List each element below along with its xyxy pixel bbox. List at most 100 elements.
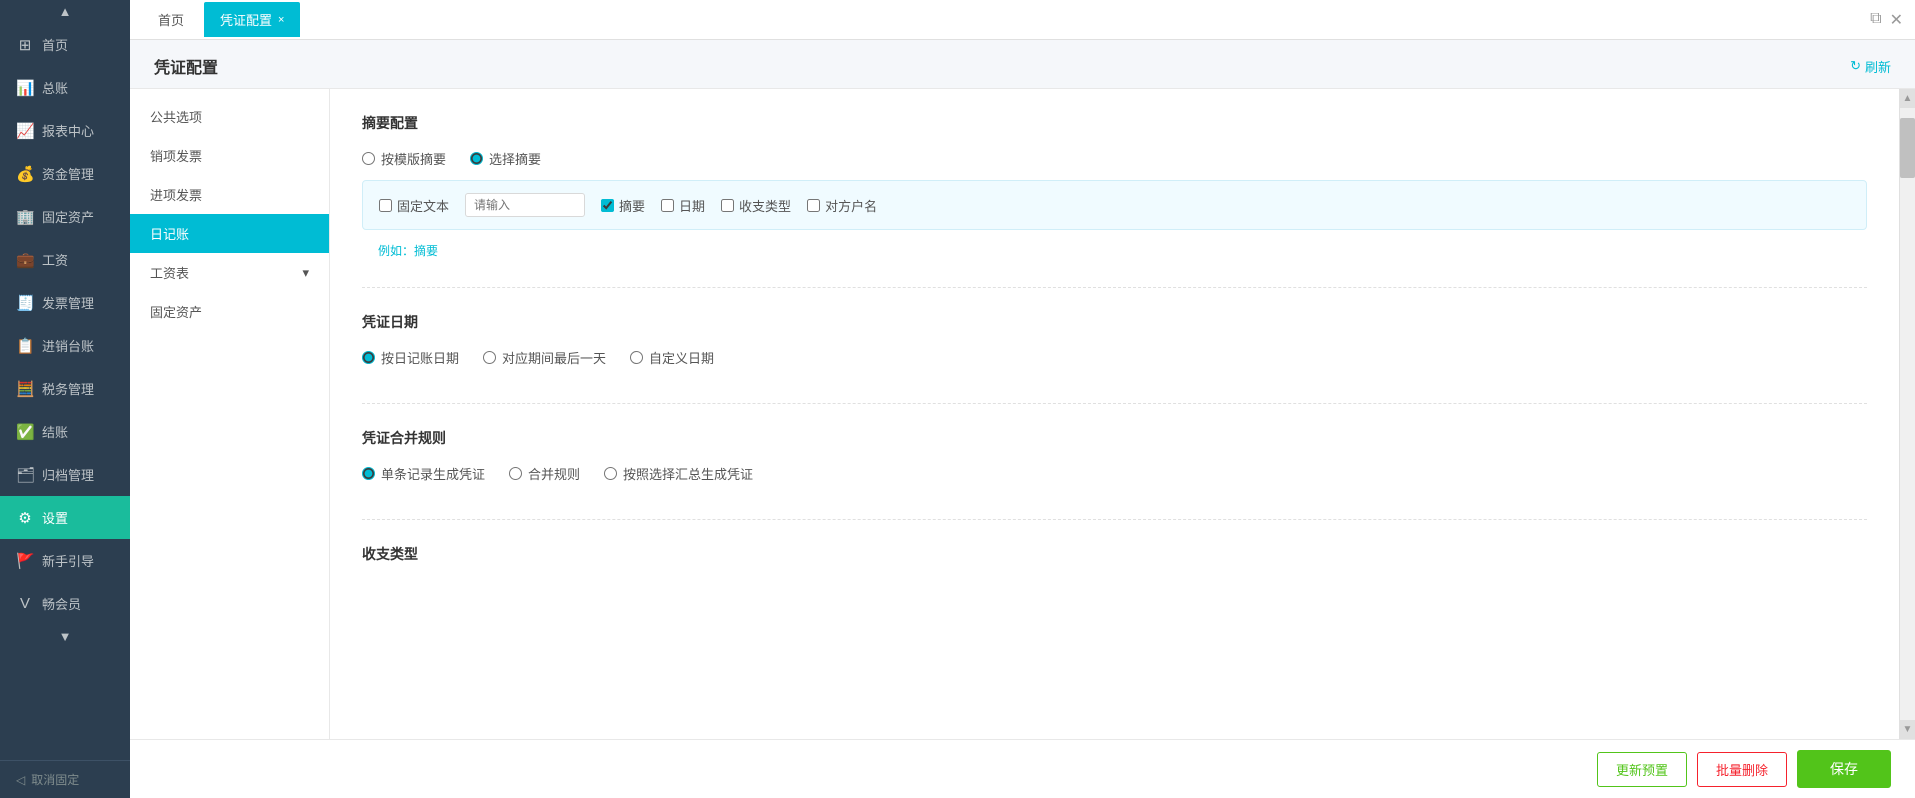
checkbox-fixed-input[interactable]: [379, 199, 392, 212]
tab-bar: 首页 凭证配置 × ⧉ ✕: [130, 0, 1915, 40]
sidebar-item-salary[interactable]: 💼 工资: [0, 238, 130, 281]
radio-template-label: 按模版摘要: [381, 149, 446, 168]
voucher-date-title: 凭证日期: [362, 312, 1867, 332]
checkbox-summary[interactable]: 摘要: [601, 196, 645, 215]
sidebar-item-label: 税务管理: [42, 379, 94, 398]
left-nav-public[interactable]: 公共选项: [130, 97, 329, 136]
checkbox-counterparty-label: 对方户名: [825, 196, 877, 215]
content-body: 公共选项 销项发票 进项发票 日记账 工资表 ▾ 固定资产: [130, 89, 1915, 739]
archive-icon: 🗂: [16, 466, 34, 484]
scroll-up-arrow[interactable]: ▲: [1900, 89, 1915, 108]
sidebar-item-funds[interactable]: 💰 资金管理: [0, 152, 130, 195]
sidebar-item-tax[interactable]: 🧮 税务管理: [0, 367, 130, 410]
radio-custom-date-input[interactable]: [630, 351, 643, 364]
sidebar-item-fixed-assets[interactable]: 🏢 固定资产: [0, 195, 130, 238]
radio-custom-date[interactable]: 自定义日期: [630, 348, 714, 367]
radio-select-input[interactable]: [470, 152, 483, 165]
close-account-icon: ✅: [16, 423, 34, 441]
checkbox-date-input[interactable]: [661, 199, 674, 212]
checkbox-income-input[interactable]: [721, 199, 734, 212]
voucher-date-section: 凭证日期 按日记账日期 对应期间最后一天: [362, 312, 1867, 404]
radio-summary-label: 按照选择汇总生成凭证: [623, 464, 753, 483]
restore-icon[interactable]: ⧉: [1870, 10, 1881, 30]
tab-close-icon[interactable]: ×: [278, 14, 284, 26]
left-nav-journal[interactable]: 日记账: [130, 214, 329, 253]
sidebar-item-vip[interactable]: V 畅会员: [0, 582, 130, 625]
left-nav-payroll[interactable]: 工资表 ▾: [130, 253, 329, 292]
settings-icon: ⚙: [16, 509, 34, 527]
main-area: 首页 凭证配置 × ⧉ ✕ 凭证配置 ↻ 刷新 公共选项: [130, 0, 1915, 798]
scroll-down-arrow[interactable]: ▼: [1900, 720, 1915, 739]
radio-last-day-input[interactable]: [483, 351, 496, 364]
radio-summary-input[interactable]: [604, 467, 617, 480]
close-window-icon[interactable]: ✕: [1890, 10, 1903, 30]
sidebar-item-label: 结账: [42, 422, 68, 441]
fixed-text-input[interactable]: [465, 193, 585, 217]
radio-custom-date-label: 自定义日期: [649, 348, 714, 367]
vip-icon: V: [16, 595, 34, 612]
left-nav-sales-invoice[interactable]: 销项发票: [130, 136, 329, 175]
radio-template-summary[interactable]: 按模版摘要: [362, 149, 446, 168]
refresh-button[interactable]: ↻ 刷新: [1850, 57, 1891, 76]
radio-journal-date[interactable]: 按日记账日期: [362, 348, 459, 367]
sidebar-item-label: 新手引导: [42, 551, 94, 570]
sidebar-item-archive[interactable]: 🗂 归档管理: [0, 453, 130, 496]
sidebar-item-label: 首页: [42, 35, 68, 54]
scroll-track[interactable]: [1900, 108, 1915, 720]
checkbox-counterparty[interactable]: 对方户名: [807, 196, 877, 215]
radio-last-day[interactable]: 对应期间最后一天: [483, 348, 606, 367]
sidebar-item-home[interactable]: ⊞ 首页: [0, 23, 130, 66]
refresh-label: 刷新: [1865, 57, 1891, 76]
left-nav-fixed-assets[interactable]: 固定资产: [130, 292, 329, 331]
sidebar-item-reports[interactable]: 📈 报表中心: [0, 109, 130, 152]
radio-single-record[interactable]: 单条记录生成凭证: [362, 464, 485, 483]
sidebar-scroll-down[interactable]: ▼: [0, 625, 130, 648]
radio-select-label: 选择摘要: [489, 149, 541, 168]
summary-checkbox-row: 固定文本 摘要 日期: [362, 180, 1867, 230]
summary-config-section: 摘要配置 按模版摘要 选择摘要: [362, 113, 1867, 288]
radio-select-summary[interactable]: 选择摘要: [470, 149, 541, 168]
tab-home-label: 首页: [158, 10, 184, 29]
checkbox-date[interactable]: 日期: [661, 196, 705, 215]
checkbox-summary-input[interactable]: [601, 199, 614, 212]
save-button[interactable]: 保存: [1797, 750, 1891, 788]
ledger-icon: 📊: [16, 79, 34, 97]
sidebar-item-label: 工资: [42, 250, 68, 269]
sidebar-item-general-ledger[interactable]: 📊 总账: [0, 66, 130, 109]
radio-single-input[interactable]: [362, 467, 375, 480]
sidebar-unpin[interactable]: ◁ 取消固定: [0, 760, 130, 798]
income-expense-section: 收支类型: [362, 544, 1867, 604]
funds-icon: 💰: [16, 165, 34, 183]
radio-template-input[interactable]: [362, 152, 375, 165]
sidebar-scroll-up[interactable]: ▲: [0, 0, 130, 23]
right-scrollbar: ▲ ▼: [1899, 89, 1915, 739]
sidebar-item-label: 设置: [42, 508, 68, 527]
radio-merge-rule[interactable]: 合并规则: [509, 464, 580, 483]
sidebar-item-label: 资金管理: [42, 164, 94, 183]
checkbox-counterparty-input[interactable]: [807, 199, 820, 212]
sidebar-item-invoice-mgmt[interactable]: 🧾 发票管理: [0, 281, 130, 324]
update-preview-button[interactable]: 更新预置: [1597, 752, 1687, 787]
summary-config-title: 摘要配置: [362, 113, 1867, 133]
page-content: 凭证配置 ↻ 刷新 公共选项 销项发票 进项发票 日记账: [130, 40, 1915, 798]
assets-icon: 🏢: [16, 208, 34, 226]
tab-home[interactable]: 首页: [142, 2, 200, 37]
checkbox-fixed-text[interactable]: 固定文本: [379, 196, 449, 215]
income-expense-title: 收支类型: [362, 544, 1867, 564]
radio-summary-generate[interactable]: 按照选择汇总生成凭证: [604, 464, 753, 483]
left-nav-payroll-label: 工资表: [150, 263, 189, 282]
left-nav-public-label: 公共选项: [150, 107, 202, 126]
checkbox-income-type[interactable]: 收支类型: [721, 196, 791, 215]
sidebar-item-close-account[interactable]: ✅ 结账: [0, 410, 130, 453]
sidebar-item-label: 发票管理: [42, 293, 94, 312]
batch-delete-button[interactable]: 批量删除: [1697, 752, 1787, 787]
sidebar-item-purchase-sales[interactable]: 📋 进销台账: [0, 324, 130, 367]
report-icon: 📈: [16, 122, 34, 140]
tab-voucher-config[interactable]: 凭证配置 ×: [204, 2, 300, 37]
radio-journal-date-input[interactable]: [362, 351, 375, 364]
sidebar-item-guide[interactable]: 🚩 新手引导: [0, 539, 130, 582]
scroll-thumb[interactable]: [1900, 118, 1915, 178]
radio-merge-input[interactable]: [509, 467, 522, 480]
sidebar-item-settings[interactable]: ⚙ 设置: [0, 496, 130, 539]
left-nav-purchase-invoice[interactable]: 进项发票: [130, 175, 329, 214]
